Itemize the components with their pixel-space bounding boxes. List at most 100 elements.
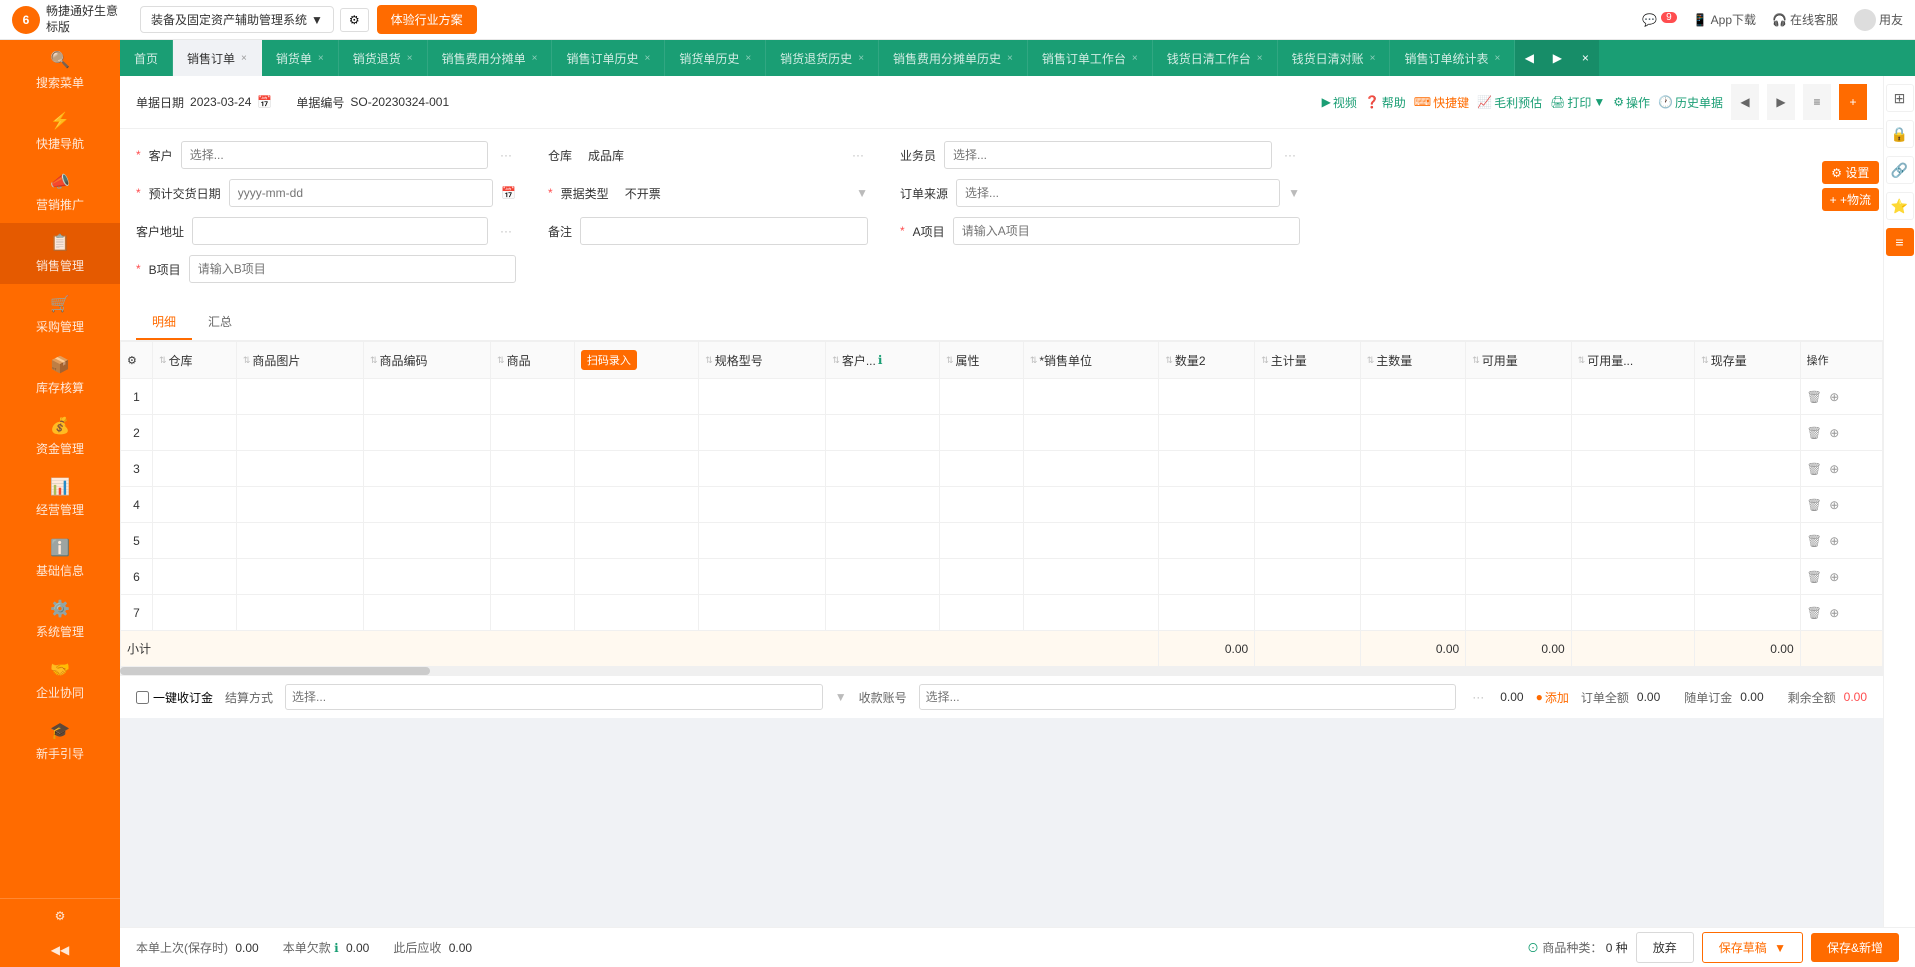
tab-bill-history[interactable]: 销货单历史 × (665, 40, 766, 76)
one-click-deposit-label[interactable]: 一键收订金 (136, 689, 213, 706)
logistics-action-btn[interactable]: + +物流 (1822, 188, 1879, 211)
discard-btn[interactable]: 放弃 (1636, 932, 1694, 963)
tab-close-order-history[interactable]: × (644, 53, 650, 64)
form-next-btn[interactable]: ▶ (1767, 84, 1795, 120)
tab-detail[interactable]: 明细 (136, 305, 192, 340)
right-icon-star[interactable]: ⭐ (1886, 192, 1914, 220)
tab-expense-history[interactable]: 销售费用分摊单历史 × (879, 40, 1028, 76)
table-scrollbar[interactable] (120, 667, 1883, 675)
sidebar-item-inventory[interactable]: 📦 库存核算 (0, 345, 120, 406)
sidebar-collapse-btn[interactable]: ◀◀ (0, 933, 120, 967)
tab-close-return-history[interactable]: × (858, 53, 864, 64)
sidebar-item-sales[interactable]: 📋 销售管理 (0, 223, 120, 284)
save-draft-arrow[interactable]: ▼ (1774, 941, 1786, 955)
row2-delete-btn[interactable]: 🗑 (1807, 426, 1822, 440)
scroll-thumb[interactable] (120, 667, 430, 675)
warehouse-more-btn[interactable]: ··· (848, 148, 868, 162)
address-more-btn[interactable]: ··· (496, 224, 516, 238)
one-click-deposit-checkbox[interactable] (136, 691, 149, 704)
save-draft-btn[interactable]: 保存草稿 ▼ (1702, 932, 1803, 963)
app-download-btn[interactable]: 📱 App下载 (1693, 11, 1756, 28)
solution-button[interactable]: 体验行业方案 (377, 5, 477, 34)
row7-copy-btn[interactable]: ⊕ (1829, 606, 1839, 620)
salesperson-more-btn[interactable]: ··· (1280, 148, 1300, 162)
salesperson-input[interactable] (944, 141, 1272, 169)
invoice-dropdown-icon[interactable]: ▼ (856, 186, 868, 200)
tab-close-return[interactable]: × (407, 53, 413, 64)
customer-more-btn[interactable]: ··· (496, 148, 516, 162)
form-prev-btn[interactable]: ◀ (1731, 84, 1759, 120)
sidebar-settings-btn[interactable]: ⚙ (0, 899, 120, 933)
system-selector[interactable]: 装备及固定资产辅助管理系统 ▼ (140, 6, 334, 33)
help-btn[interactable]: ❓ 帮助 (1365, 94, 1406, 111)
row6-delete-btn[interactable]: 🗑 (1807, 570, 1822, 584)
tab-close-expense-split[interactable]: × (532, 53, 538, 64)
tab-home[interactable]: 首页 (120, 40, 173, 76)
account-more-btn[interactable]: ··· (1468, 690, 1488, 704)
tab-sales-bill[interactable]: 销货单 × (262, 40, 339, 76)
settings-action-btn[interactable]: ⚙ 设置 (1822, 161, 1879, 184)
tab-sales-stats[interactable]: 销售订单统计表 × (1390, 40, 1515, 76)
tab-close-order-workbench[interactable]: × (1132, 53, 1138, 64)
tab-daily-reconcile[interactable]: 钱货日清对账 × (1278, 40, 1391, 76)
right-icon-link[interactable]: 🔗 (1886, 156, 1914, 184)
tab-prev-btn[interactable]: ◀ (1515, 40, 1543, 76)
customer-input[interactable] (181, 141, 488, 169)
save-new-btn[interactable]: 保存&新增 (1811, 933, 1899, 962)
right-icon-fingerprint[interactable]: 🔒 (1886, 120, 1914, 148)
row6-copy-btn[interactable]: ⊕ (1829, 570, 1839, 584)
messages-btn[interactable]: 💬 9 (1642, 13, 1677, 27)
scan-btn[interactable]: 扫码录入 (581, 350, 637, 370)
operation-btn[interactable]: ⚙ 操作 (1613, 94, 1650, 111)
video-btn[interactable]: ▶ 视频 (1322, 94, 1357, 111)
account-input[interactable] (919, 684, 1457, 710)
remark-input[interactable] (580, 217, 868, 245)
row7-delete-btn[interactable]: 🗑 (1807, 606, 1822, 620)
tab-close-bill-history[interactable]: × (745, 53, 751, 64)
tab-order-workbench[interactable]: 销售订单工作台 × (1028, 40, 1153, 76)
row3-copy-btn[interactable]: ⊕ (1829, 462, 1839, 476)
tab-order-history[interactable]: 销售订单历史 × (552, 40, 665, 76)
order-source-dropdown-icon[interactable]: ▼ (1288, 186, 1300, 200)
tab-return-history[interactable]: 销货退货历史 × (766, 40, 879, 76)
calendar-icon[interactable]: 📅 (257, 95, 272, 109)
form-list-btn[interactable]: ≡ (1803, 84, 1831, 120)
online-service-btn[interactable]: 🎧 在线客服 (1772, 11, 1838, 28)
add-payment-btn[interactable]: ● 添加 (1536, 689, 1569, 706)
tab-daily-workbench[interactable]: 钱货日清工作台 × (1153, 40, 1278, 76)
row5-copy-btn[interactable]: ⊕ (1829, 534, 1839, 548)
sidebar-item-basic[interactable]: ℹ️ 基础信息 (0, 528, 120, 589)
user-area[interactable]: 用友 (1854, 9, 1903, 31)
settings-icon-btn[interactable]: ⚙ (340, 8, 369, 32)
tab-close-daily-reconcile[interactable]: × (1370, 53, 1376, 64)
settle-method-input[interactable] (285, 684, 823, 710)
row1-copy-btn[interactable]: ⊕ (1829, 390, 1839, 404)
order-source-input[interactable] (956, 179, 1280, 207)
right-icon-barcode[interactable]: ≡ (1886, 228, 1914, 256)
history-btn[interactable]: 🕐 历史单据 (1658, 94, 1723, 111)
row4-delete-btn[interactable]: 🗑 (1807, 498, 1822, 512)
right-icon-grid[interactable]: ⊞ (1886, 84, 1914, 112)
sidebar-item-operations[interactable]: 📊 经营管理 (0, 467, 120, 528)
a-project-input[interactable] (953, 217, 1300, 245)
tab-close-sales-bill[interactable]: × (318, 53, 324, 64)
tab-close-sales-order[interactable]: × (241, 53, 247, 64)
sidebar-item-finance[interactable]: 💰 资金管理 (0, 406, 120, 467)
sidebar-item-system[interactable]: ⚙️ 系统管理 (0, 589, 120, 650)
tab-close-expense-history[interactable]: × (1007, 53, 1013, 64)
row4-copy-btn[interactable]: ⊕ (1829, 498, 1839, 512)
b-project-input[interactable] (189, 255, 516, 283)
settle-dropdown-icon[interactable]: ▼ (835, 690, 847, 704)
delivery-date-input[interactable] (229, 179, 493, 207)
shortcut-btn[interactable]: ⌨ 快捷键 (1414, 94, 1469, 111)
tab-next-btn[interactable]: ▶ (1543, 40, 1571, 76)
tab-summary[interactable]: 汇总 (192, 305, 248, 340)
form-new-btn[interactable]: + (1839, 84, 1867, 120)
row3-delete-btn[interactable]: 🗑 (1807, 462, 1822, 476)
print-btn[interactable]: 🖨 打印 ▼ (1550, 94, 1605, 111)
sidebar-item-search[interactable]: 🔍 搜索菜单 (0, 40, 120, 101)
address-input[interactable] (192, 217, 488, 245)
sidebar-item-marketing[interactable]: 📣 营销推广 (0, 162, 120, 223)
row5-delete-btn[interactable]: 🗑 (1807, 534, 1822, 548)
row2-copy-btn[interactable]: ⊕ (1829, 426, 1839, 440)
